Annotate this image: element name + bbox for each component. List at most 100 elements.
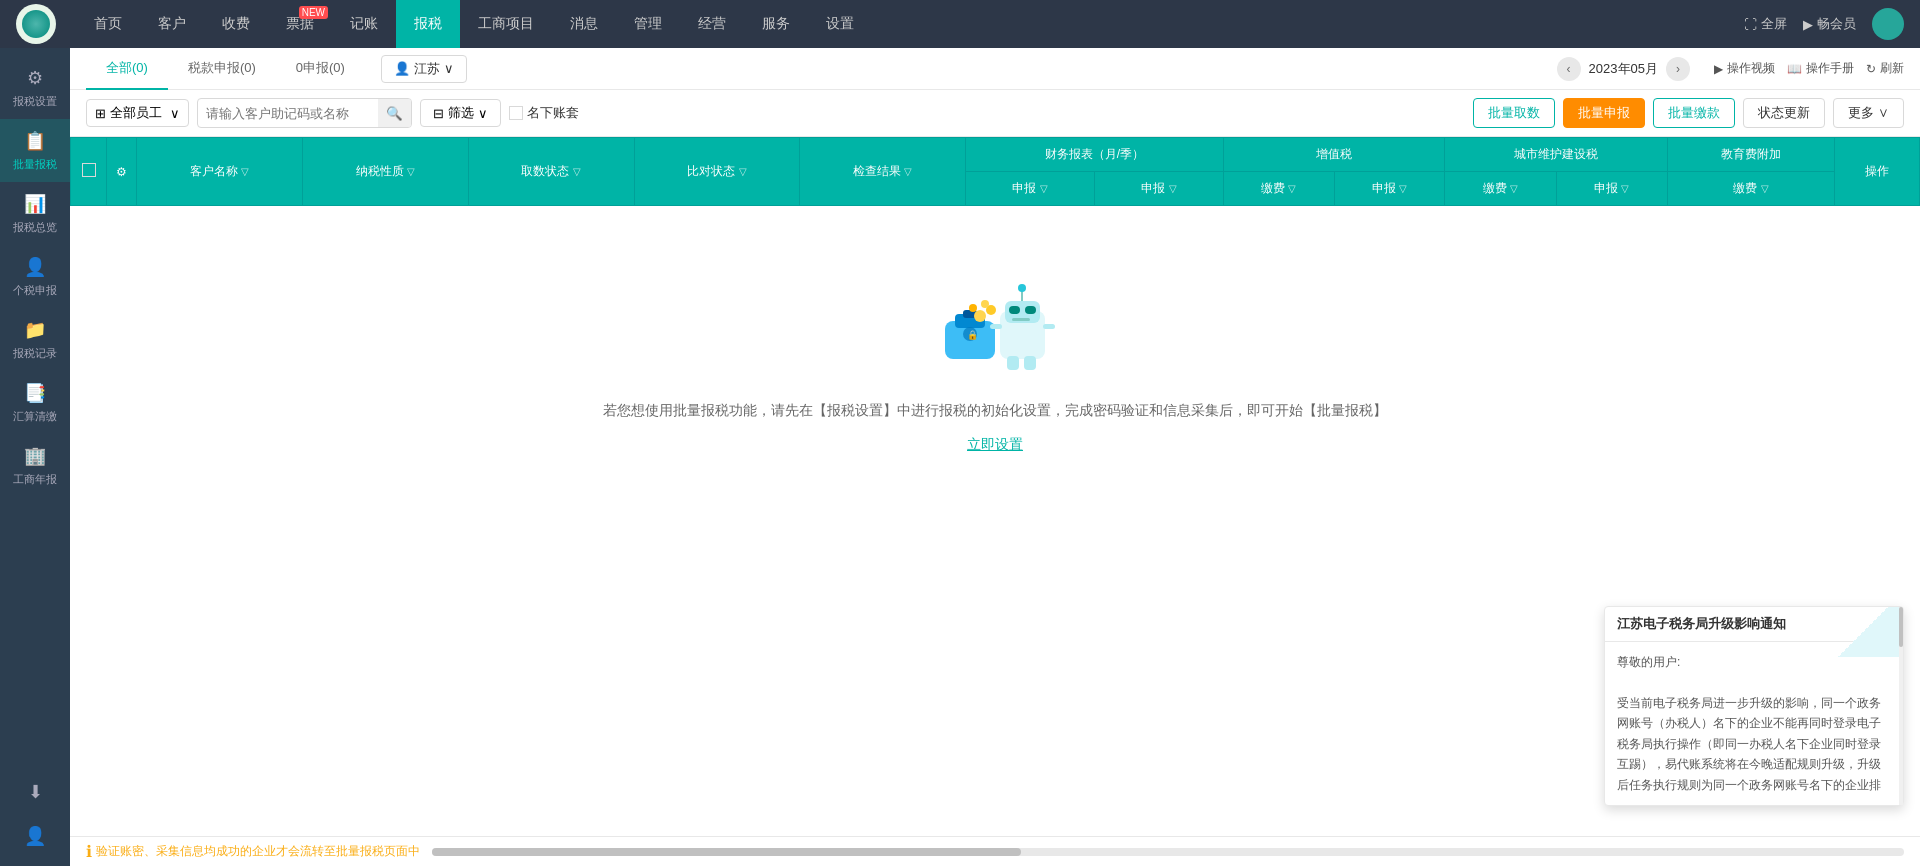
nav-management[interactable]: 管理 (616, 0, 680, 48)
search-box: 🔍 (197, 98, 412, 128)
svg-text:🔒: 🔒 (967, 329, 979, 341)
notification-scrollbar-thumb (1899, 607, 1903, 647)
tab-zero-declare[interactable]: 0申报(0) (276, 48, 365, 90)
horizontal-scrollbar[interactable] (432, 848, 1904, 856)
nav-business[interactable]: 工商项目 (460, 0, 552, 48)
period-next-button[interactable]: › (1666, 57, 1690, 81)
th-operation: 操作 (1835, 138, 1920, 206)
setup-link[interactable]: 立即设置 (967, 436, 1023, 454)
nav-menu: 首页 客户 收费 票据 NEW 记账 报税 工商项目 消息 管理 经营 服务 设… (76, 0, 1744, 48)
svg-rect-18 (1007, 356, 1019, 370)
tax-overview-icon: 📊 (23, 192, 47, 216)
search-input[interactable] (198, 106, 378, 121)
more-button[interactable]: 更多 ∨ (1833, 98, 1904, 128)
user-icon: 👤 (23, 824, 47, 848)
th-tax-type: 纳税性质 ▽ (302, 138, 468, 206)
tab-bar: 全部(0) 税款申报(0) 0申报(0) 👤 江苏 ∨ ‹ 2023年05月 ›… (70, 48, 1920, 90)
nav-fee[interactable]: 收费 (204, 0, 268, 48)
svg-rect-19 (1024, 356, 1036, 370)
th-client-name: 客户名称 ▽ (137, 138, 303, 206)
nav-invoice[interactable]: 票据 NEW (268, 0, 332, 48)
tax-settings-icon: ⚙ (23, 66, 47, 90)
action-video[interactable]: ▶ 操作视频 (1714, 60, 1775, 77)
download-icon: ⬇ (23, 780, 47, 804)
th-vat: 增值税 (1223, 138, 1445, 172)
notification-body: 尊敬的用户: 受当前电子税务局进一步升级的影响，同一个政务网账号（办税人）名下的… (1605, 642, 1903, 805)
empty-state: 🔒 (71, 206, 1920, 514)
nav-client[interactable]: 客户 (140, 0, 204, 48)
status-bar: ℹ 验证账密、采集信息均成功的企业才会流转至批量报税页面中 (70, 836, 1920, 866)
nav-home[interactable]: 首页 (76, 0, 140, 48)
svg-point-15 (1018, 284, 1026, 292)
employee-grid-icon: ⊞ (95, 106, 106, 121)
tab-all[interactable]: 全部(0) (86, 48, 168, 90)
sidebar-bottom: ⬇ 👤 (0, 770, 70, 866)
fullscreen-button[interactable]: ⛶ 全屏 (1744, 15, 1787, 33)
employee-select[interactable]: ⊞ 全部员工 ∨ (86, 99, 189, 127)
period-area: ‹ 2023年05月 › (1557, 57, 1690, 81)
nav-right-area: ⛶ 全屏 ▶ 畅会员 (1744, 8, 1904, 40)
tab-tax-declare[interactable]: 税款申报(0) (168, 48, 276, 90)
nav-service[interactable]: 服务 (744, 0, 808, 48)
robot-illustration: 🔒 (935, 266, 1055, 386)
scrollbar-thumb (432, 848, 1021, 856)
sidebar-item-personal-tax[interactable]: 👤 个税申报 (0, 245, 70, 308)
video-icon: ▶ (1714, 62, 1723, 76)
period-prev-button[interactable]: ‹ (1557, 57, 1581, 81)
data-table: ⚙ 客户名称 ▽ 纳税性质 ▽ 取数状态 ▽ (70, 137, 1920, 514)
svg-point-5 (981, 300, 989, 308)
nav-operation[interactable]: 经营 (680, 0, 744, 48)
compare-status-filter-icon[interactable]: ▽ (739, 166, 747, 177)
th-checkbox (71, 138, 107, 206)
batch-tax-icon: 📋 (23, 129, 47, 153)
action-refresh[interactable]: ↻ 刷新 (1866, 60, 1904, 77)
nav-settings[interactable]: 设置 (808, 0, 872, 48)
th-city-pay: 缴费 ▽ (1445, 172, 1556, 206)
action-manual[interactable]: 📖 操作手册 (1787, 60, 1854, 77)
employee-dropdown-icon: ∨ (170, 106, 180, 121)
search-icon: 🔍 (386, 106, 403, 121)
user-avatar[interactable] (1872, 8, 1904, 40)
region-selector[interactable]: 👤 江苏 ∨ (381, 55, 467, 83)
sidebar-item-annual-report[interactable]: 🏢 工商年报 (0, 434, 70, 497)
sidebar-item-reconciliation[interactable]: 📑 汇算清缴 (0, 371, 70, 434)
search-button[interactable]: 🔍 (378, 98, 411, 128)
batch-pay-button[interactable]: 批量缴款 (1653, 98, 1735, 128)
tab-actions: ▶ 操作视频 📖 操作手册 ↻ 刷新 (1714, 60, 1904, 77)
svg-rect-17 (1043, 324, 1055, 329)
notification-panel: 江苏电子税务局升级影响通知 × 尊敬的用户: 受当前电子税务局进一步升级的影响，… (1604, 606, 1904, 806)
svg-point-6 (969, 304, 977, 312)
status-update-button[interactable]: 状态更新 (1743, 98, 1825, 128)
sidebar-item-download[interactable]: ⬇ (0, 770, 70, 814)
app-logo[interactable] (16, 4, 56, 44)
sidebar-item-batch-tax[interactable]: 📋 批量报税 (0, 119, 70, 182)
th-check-result: 检查结果 ▽ (800, 138, 966, 206)
filter-dropdown-icon: ∨ (478, 106, 488, 121)
member-button[interactable]: ▶ 畅会员 (1803, 15, 1856, 33)
nav-bookkeeping[interactable]: 记账 (332, 0, 396, 48)
tax-type-filter-icon[interactable]: ▽ (407, 166, 415, 177)
sidebar-item-tax-records[interactable]: 📁 报税记录 (0, 308, 70, 371)
svg-rect-12 (1025, 306, 1036, 314)
sidebar-item-tax-settings[interactable]: ⚙ 报税设置 (0, 56, 70, 119)
check-result-filter-icon[interactable]: ▽ (904, 166, 912, 177)
account-checkbox[interactable] (509, 106, 523, 120)
nav-message[interactable]: 消息 (552, 0, 616, 48)
account-checkbox-label[interactable]: 名下账套 (509, 104, 579, 122)
fetch-status-filter-icon[interactable]: ▽ (573, 166, 581, 177)
top-navigation: 首页 客户 收费 票据 NEW 记账 报税 工商项目 消息 管理 经营 服务 设… (0, 0, 1920, 48)
notification-scrollbar[interactable] (1899, 607, 1903, 805)
sidebar-item-tax-overview[interactable]: 📊 报税总览 (0, 182, 70, 245)
empty-message: 若您想使用批量报税功能，请先在【报税设置】中进行报税的初始化设置，完成密码验证和… (603, 402, 1387, 420)
settings-icon[interactable]: ⚙ (116, 165, 127, 179)
batch-fetch-button[interactable]: 批量取数 (1473, 98, 1555, 128)
th-edu-pay: 缴费 ▽ (1667, 172, 1834, 206)
nav-tax[interactable]: 报税 (396, 0, 460, 48)
sidebar-item-user[interactable]: 👤 (0, 814, 70, 858)
th-edu-declare: 申报 ▽ (1556, 172, 1667, 206)
select-all-checkbox[interactable] (82, 163, 96, 177)
new-badge: NEW (299, 6, 328, 19)
filter-button[interactable]: ⊟ 筛选 ∨ (420, 99, 501, 127)
batch-declare-button[interactable]: 批量申报 (1563, 98, 1645, 128)
client-filter-icon[interactable]: ▽ (241, 166, 249, 177)
